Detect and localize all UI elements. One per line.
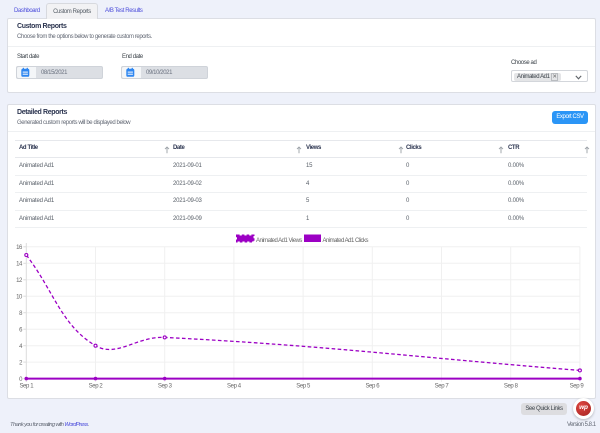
svg-text:16: 16 [16,245,23,251]
svg-text:Sep 3: Sep 3 [158,384,173,390]
svg-text:Sep 5: Sep 5 [296,384,311,390]
svg-text:Animated Ad1 Clicks: Animated Ad1 Clicks [323,238,369,244]
svg-text:Sep 7: Sep 7 [435,384,450,390]
svg-text:Sep 6: Sep 6 [365,384,380,390]
svg-text:Animated Ad1 Views: Animated Ad1 Views [256,238,302,244]
svg-text:8: 8 [19,311,23,317]
svg-text:10: 10 [16,294,23,300]
svg-text:Sep 2: Sep 2 [89,384,104,390]
svg-text:Sep 8: Sep 8 [504,384,519,390]
svg-text:6: 6 [19,327,23,333]
svg-text:0: 0 [19,377,23,383]
svg-text:Sep 1: Sep 1 [19,384,34,390]
svg-text:Sep 4: Sep 4 [227,384,242,390]
svg-text:Sep 9: Sep 9 [570,384,585,390]
svg-text:2: 2 [19,360,23,366]
svg-text:14: 14 [16,262,23,268]
svg-text:4: 4 [19,344,23,350]
svg-text:12: 12 [16,278,23,284]
